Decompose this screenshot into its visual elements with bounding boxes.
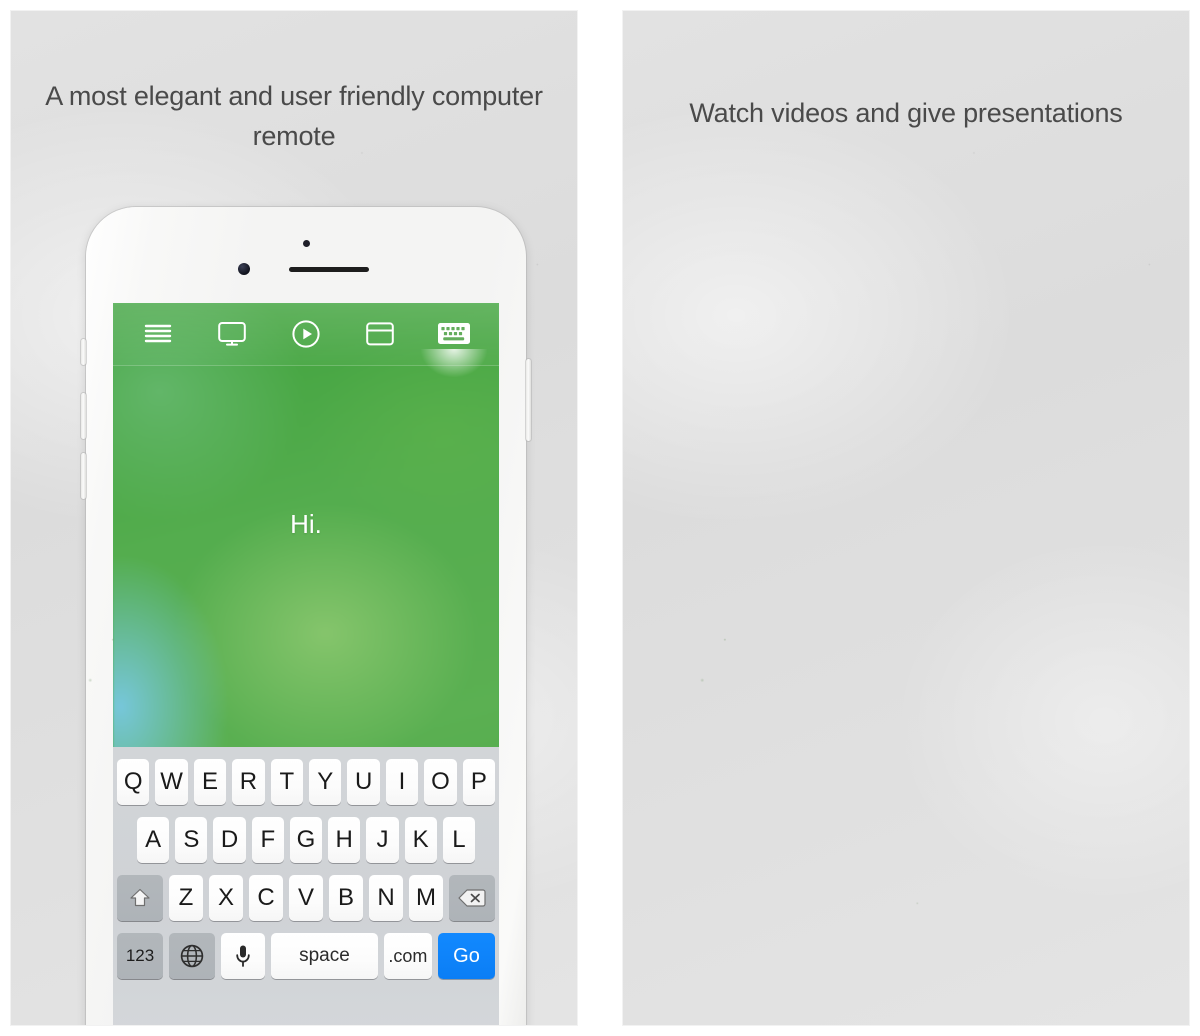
toolbar-item-keyboard[interactable] xyxy=(421,313,487,377)
panel-left-caption: A most elegant and user friendly compute… xyxy=(45,81,543,151)
key-q[interactable]: Q xyxy=(116,759,150,805)
keyboard-row-2: A S D F G H J K L xyxy=(117,817,495,863)
mute-switch-button[interactable] xyxy=(81,339,86,365)
window-icon xyxy=(366,322,394,346)
key-y[interactable]: Y xyxy=(309,759,342,805)
key-s[interactable]: S xyxy=(175,817,208,863)
keyboard-icon xyxy=(438,323,470,344)
globe-key[interactable] xyxy=(169,933,215,979)
backspace-icon xyxy=(458,889,486,907)
proximity-sensor-icon xyxy=(303,240,310,247)
toolbar-item-display[interactable] xyxy=(209,313,255,355)
menu-icon xyxy=(144,324,172,343)
key-a[interactable]: A xyxy=(137,817,170,863)
space-key[interactable]: space xyxy=(271,933,378,979)
key-d[interactable]: D xyxy=(213,817,246,863)
keyboard-row-4: 123 space .com Go xyxy=(117,933,495,979)
numbers-key[interactable]: 123 xyxy=(117,933,163,979)
phone-screen-left: Hi. Q W E R T Y U I O P A S D F G H J K … xyxy=(113,303,499,1025)
key-w[interactable]: W xyxy=(155,759,188,805)
keyboard-row-3: Z X C V B N M xyxy=(117,875,495,921)
toolbar-item-windows[interactable] xyxy=(357,313,403,355)
volume-up-button[interactable] xyxy=(81,393,86,439)
key-u[interactable]: U xyxy=(347,759,380,805)
key-g[interactable]: G xyxy=(289,817,323,863)
ios-keyboard: Q W E R T Y U I O P A S D F G H J K L Z … xyxy=(113,747,499,1025)
key-o[interactable]: O xyxy=(424,759,457,805)
keyboard-row-1: Q W E R T Y U I O P xyxy=(116,759,496,805)
key-l[interactable]: L xyxy=(442,817,475,863)
key-b[interactable]: B xyxy=(329,875,363,921)
go-key[interactable]: Go xyxy=(437,933,495,979)
screenshot-panel-left: A most elegant and user friendly compute… xyxy=(10,10,578,1026)
key-c[interactable]: C xyxy=(249,875,283,921)
key-m[interactable]: M xyxy=(409,875,443,921)
app-toolbar-left xyxy=(113,303,499,377)
key-e[interactable]: E xyxy=(193,759,227,805)
play-circle-icon xyxy=(292,320,320,348)
toolbar-item-media[interactable] xyxy=(283,313,329,355)
screenshot-panel-right: Watch videos and give presentations xyxy=(622,10,1190,1026)
shift-key[interactable] xyxy=(117,875,163,921)
app-store-screenshot-pair: A most elegant and user friendly compute… xyxy=(0,0,1200,1036)
key-v[interactable]: V xyxy=(289,875,323,921)
key-z[interactable]: Z xyxy=(169,875,203,921)
key-f[interactable]: F xyxy=(251,817,284,863)
key-h[interactable]: H xyxy=(328,817,361,863)
shift-icon xyxy=(130,888,150,907)
monitor-icon xyxy=(218,322,246,346)
key-x[interactable]: X xyxy=(209,875,243,921)
globe-icon xyxy=(180,944,204,968)
power-button[interactable] xyxy=(526,359,531,441)
toolbar-item-menu[interactable] xyxy=(135,313,181,355)
dictation-key[interactable] xyxy=(221,933,265,979)
volume-down-button[interactable] xyxy=(81,453,86,499)
dotcom-key[interactable]: .com xyxy=(383,933,432,979)
earpiece-speaker-icon xyxy=(289,267,369,272)
connection-status-text: Hi. xyxy=(290,509,322,539)
key-n[interactable]: N xyxy=(369,875,403,921)
iphone-device-left: Hi. Q W E R T Y U I O P A S D F G H J K … xyxy=(81,207,531,1025)
backspace-key[interactable] xyxy=(449,875,495,921)
key-k[interactable]: K xyxy=(404,817,437,863)
key-p[interactable]: P xyxy=(462,759,496,805)
microphone-icon xyxy=(236,945,250,967)
key-t[interactable]: T xyxy=(270,759,303,805)
key-j[interactable]: J xyxy=(366,817,399,863)
panel-right-caption: Watch videos and give presentations xyxy=(689,98,1123,128)
key-r[interactable]: R xyxy=(232,759,265,805)
key-i[interactable]: I xyxy=(385,759,419,805)
front-camera-icon xyxy=(238,263,250,275)
